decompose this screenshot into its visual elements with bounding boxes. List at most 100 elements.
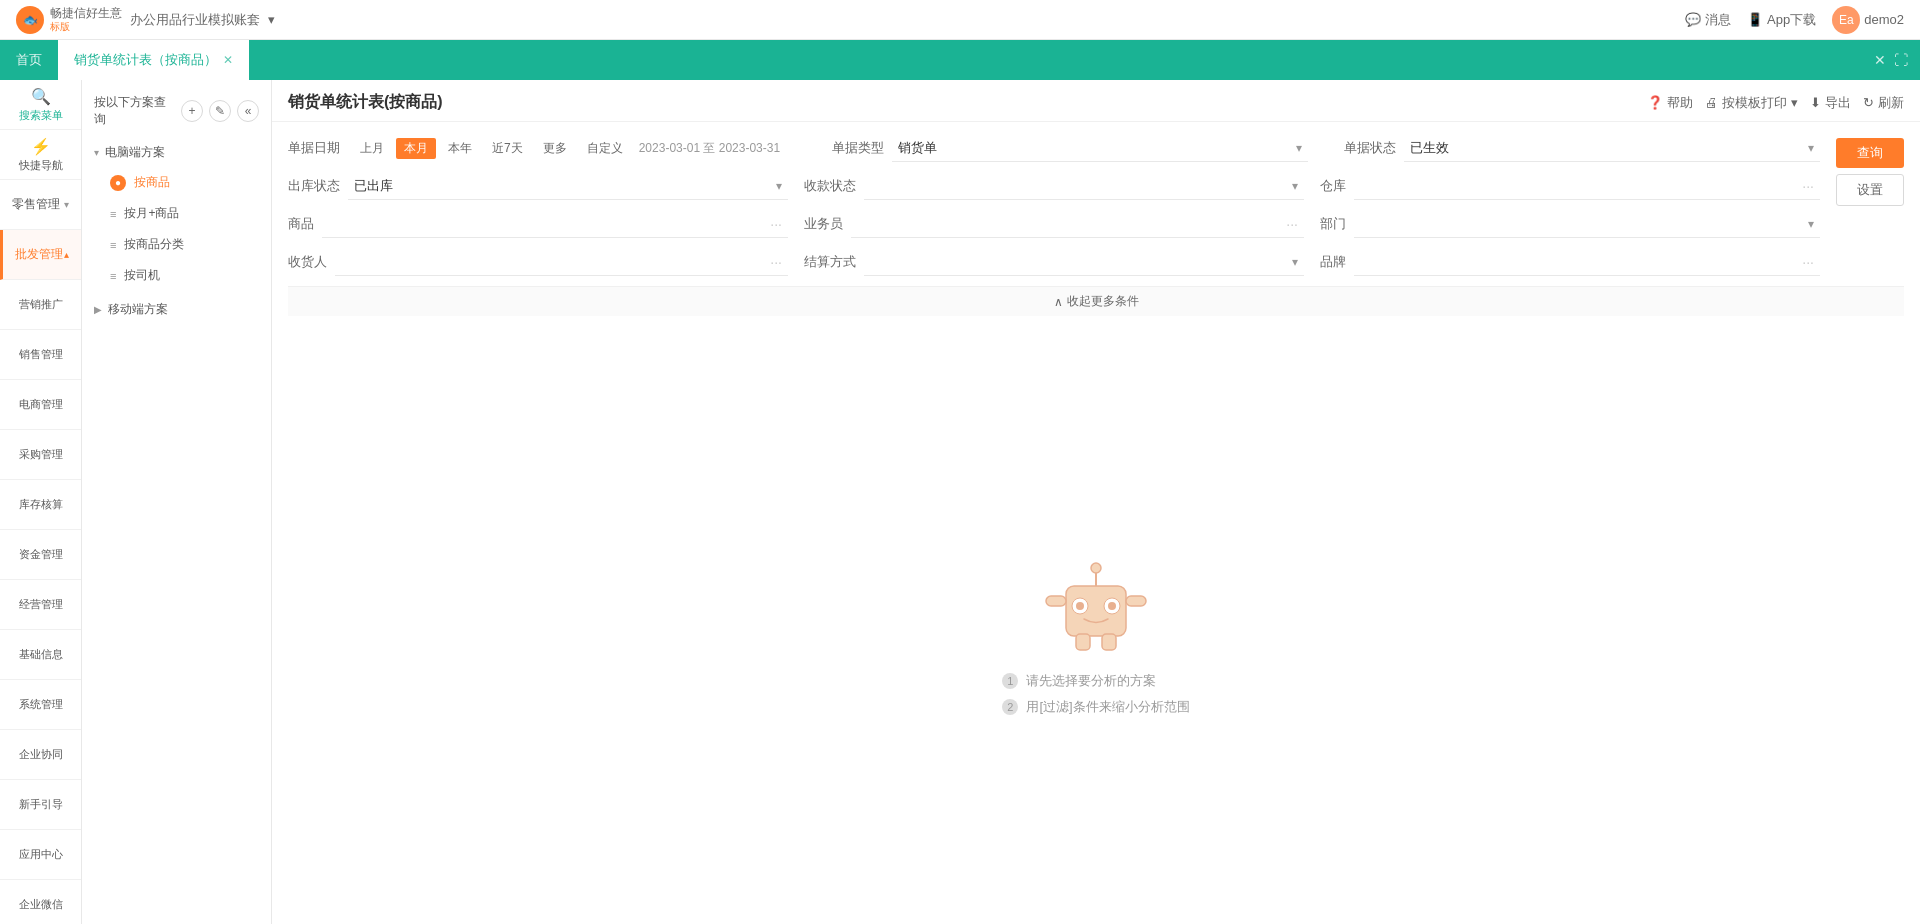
logo-area: 🐟 畅捷信好生意 标版 [16, 6, 122, 34]
settings-btn[interactable]: 设置 [1836, 174, 1904, 206]
brand-dots-icon[interactable]: ··· [1802, 254, 1814, 270]
filter-btns: 查询 设置 [1836, 138, 1904, 206]
sidebar-item-quicknav[interactable]: ⚡ 快捷导航 [0, 130, 81, 180]
sidebar-item-corp[interactable]: 企业协同 [0, 730, 81, 780]
brand-select[interactable]: ··· [1354, 248, 1820, 276]
scheme-item-by-category[interactable]: ≡ 按商品分类 [82, 229, 271, 260]
refresh-btn[interactable]: ↻ 刷新 [1863, 94, 1904, 112]
sidebar-item-sales[interactable]: 销售管理 [0, 330, 81, 380]
scheme-actions: + ✎ « [181, 100, 259, 122]
account-dropdown[interactable]: 办公用品行业模拟账套 ▾ [130, 11, 275, 29]
scheme-panel: 按以下方案查询 + ✎ « ▾ 电脑端方案 [82, 80, 272, 924]
sidebar-item-guide[interactable]: 新手引导 [0, 780, 81, 830]
help-btn[interactable]: ❓ 帮助 [1647, 94, 1693, 112]
sidebar-item-basic[interactable]: 基础信息 [0, 630, 81, 680]
sidebar-item-wholesale[interactable]: 批发管理 ▴ [0, 230, 81, 280]
filter-row-1: 单据日期 上月 本月 本年 近7天 更多 自定义 2023-03-01 至 20… [288, 134, 1904, 286]
brand-filter: 品牌 ··· [1320, 248, 1820, 276]
scheme-add-btn[interactable]: + [181, 100, 203, 122]
settle-select[interactable]: ▾ [864, 248, 1304, 276]
sidebar-retail-label: 零售管理 [12, 196, 60, 213]
sidebar-item-purchase[interactable]: 采购管理 [0, 430, 81, 480]
scheme-group-pc-title[interactable]: ▾ 电脑端方案 [82, 138, 271, 167]
warehouse-select[interactable]: ··· [1354, 172, 1820, 200]
tabbar: 首页 销货单统计表（按商品） ✕ ✕ ⛶ [0, 40, 1920, 80]
scheme-item-by-product[interactable]: ● 按商品 [82, 167, 271, 198]
month-product-icon: ≡ [110, 208, 116, 220]
sidebar-item-inventory[interactable]: 库存核算 [0, 480, 81, 530]
scheme-group-mobile-title[interactable]: ▶ 移动端方案 [82, 295, 271, 324]
empty-tip-2: 2 用[过滤]条件来缩小分析范围 [1002, 698, 1189, 716]
bill-status-select[interactable]: 已生效 ▾ [1404, 134, 1820, 162]
scheme-item-by-cashier[interactable]: ≡ 按司机 [82, 260, 271, 291]
sidebar-item-appstore[interactable]: 应用中心 [0, 830, 81, 880]
message-btn[interactable]: 💬 消息 [1685, 11, 1731, 29]
date-tab-7days[interactable]: 近7天 [484, 138, 531, 159]
topbar-left: 🐟 畅捷信好生意 标版 办公用品行业模拟账套 ▾ [16, 6, 275, 34]
export-btn[interactable]: ⬇ 导出 [1810, 94, 1851, 112]
collapse-up-icon: ∧ [1054, 295, 1063, 309]
sidebar-wholesale-label: 批发管理 [15, 246, 63, 263]
dept-arrow-icon: ▾ [1808, 217, 1814, 231]
warehouse-dots-icon[interactable]: ··· [1802, 178, 1814, 194]
collapse-bar[interactable]: ∧ 收起更多条件 [288, 286, 1904, 316]
sidebar-guide-label: 新手引导 [19, 797, 63, 812]
out-status-select[interactable]: 已出库 ▾ [348, 172, 788, 200]
account-name: 办公用品行业模拟账套 [130, 11, 260, 29]
tab-home[interactable]: 首页 [0, 40, 58, 80]
salesman-dots-icon[interactable]: ··· [1286, 216, 1298, 232]
sidebar-item-marketing[interactable]: 营销推广 [0, 280, 81, 330]
sidebar-inventory-label: 库存核算 [19, 497, 63, 512]
settle-arrow-icon: ▾ [1292, 255, 1298, 269]
help-icon: ❓ [1647, 95, 1663, 110]
tab-close-icon[interactable]: ✕ [223, 53, 233, 67]
scheme-edit-btn[interactable]: ✎ [209, 100, 231, 122]
receive-status-select[interactable]: ▾ [864, 172, 1304, 200]
product-select[interactable]: ··· [322, 210, 788, 238]
sidebar-item-wechat[interactable]: 企业微信 [0, 880, 81, 924]
sidebar-basic-label: 基础信息 [19, 647, 63, 662]
date-tab-last-month[interactable]: 上月 [352, 138, 392, 159]
receiver-dots-icon[interactable]: ··· [770, 254, 782, 270]
search-icon: 🔍 [31, 87, 51, 106]
out-status-arrow-icon: ▾ [776, 179, 782, 193]
sidebar-item-finance[interactable]: 资金管理 [0, 530, 81, 580]
query-btn[interactable]: 查询 [1836, 138, 1904, 168]
receiver-select[interactable]: ··· [335, 248, 788, 276]
sidebar-item-system[interactable]: 系统管理 [0, 680, 81, 730]
receive-status-filter: 收款状态 ▾ [804, 172, 1304, 200]
app-download-btn[interactable]: 📱 App下载 [1747, 11, 1816, 29]
sidebar-wechat-label: 企业微信 [19, 897, 63, 912]
empty-tip-1: 1 请先选择要分析的方案 [1002, 672, 1189, 690]
message-icon: 💬 [1685, 12, 1701, 27]
date-tab-custom[interactable]: 自定义 [579, 138, 631, 159]
bill-type-select[interactable]: 销货单 ▾ [892, 134, 1308, 162]
window-maximize-btn[interactable]: ⛶ [1894, 52, 1908, 68]
user-info[interactable]: Ea demo2 [1832, 6, 1904, 34]
date-range-text: 2023-03-01 至 2023-03-31 [639, 140, 780, 157]
date-tab-this-year[interactable]: 本年 [440, 138, 480, 159]
sidebar-item-operation[interactable]: 经营管理 [0, 580, 81, 630]
window-close-btn[interactable]: ✕ [1874, 52, 1886, 68]
dropdown-arrow: ▾ [268, 12, 275, 27]
scheme-collapse-btn[interactable]: « [237, 100, 259, 122]
salesman-select[interactable]: ··· [851, 210, 1304, 238]
filter-area: 单据日期 上月 本月 本年 近7天 更多 自定义 2023-03-01 至 20… [272, 122, 1920, 328]
date-tab-this-month[interactable]: 本月 [396, 138, 436, 159]
empty-illustration [1036, 536, 1156, 656]
sidebar-item-search[interactable]: 🔍 搜索菜单 [0, 80, 81, 130]
print-btn[interactable]: 🖨 按模板打印 ▾ [1705, 94, 1798, 112]
sidebar-item-retail[interactable]: 零售管理 ▾ [0, 180, 81, 230]
filter-left: 单据日期 上月 本月 本年 近7天 更多 自定义 2023-03-01 至 20… [288, 134, 1820, 286]
page-actions: ❓ 帮助 🖨 按模板打印 ▾ ⬇ 导出 ↻ 刷新 [1647, 94, 1904, 112]
scheme-item-by-month-product[interactable]: ≡ 按月+商品 [82, 198, 271, 229]
receiver-filter: 收货人 ··· [288, 248, 788, 276]
dept-select[interactable]: ▾ [1354, 210, 1820, 238]
sidebar-item-ecommerce[interactable]: 电商管理 [0, 380, 81, 430]
tab-report[interactable]: 销货单统计表（按商品） ✕ [58, 40, 249, 80]
product-dots-icon[interactable]: ··· [770, 216, 782, 232]
date-tab-more[interactable]: 更多 [535, 138, 575, 159]
filter-row-4: 收货人 ··· 结算方式 ▾ [288, 248, 1820, 276]
bill-type-arrow-icon: ▾ [1296, 141, 1302, 155]
logo-text: 畅捷信好生意 标版 [50, 6, 122, 32]
